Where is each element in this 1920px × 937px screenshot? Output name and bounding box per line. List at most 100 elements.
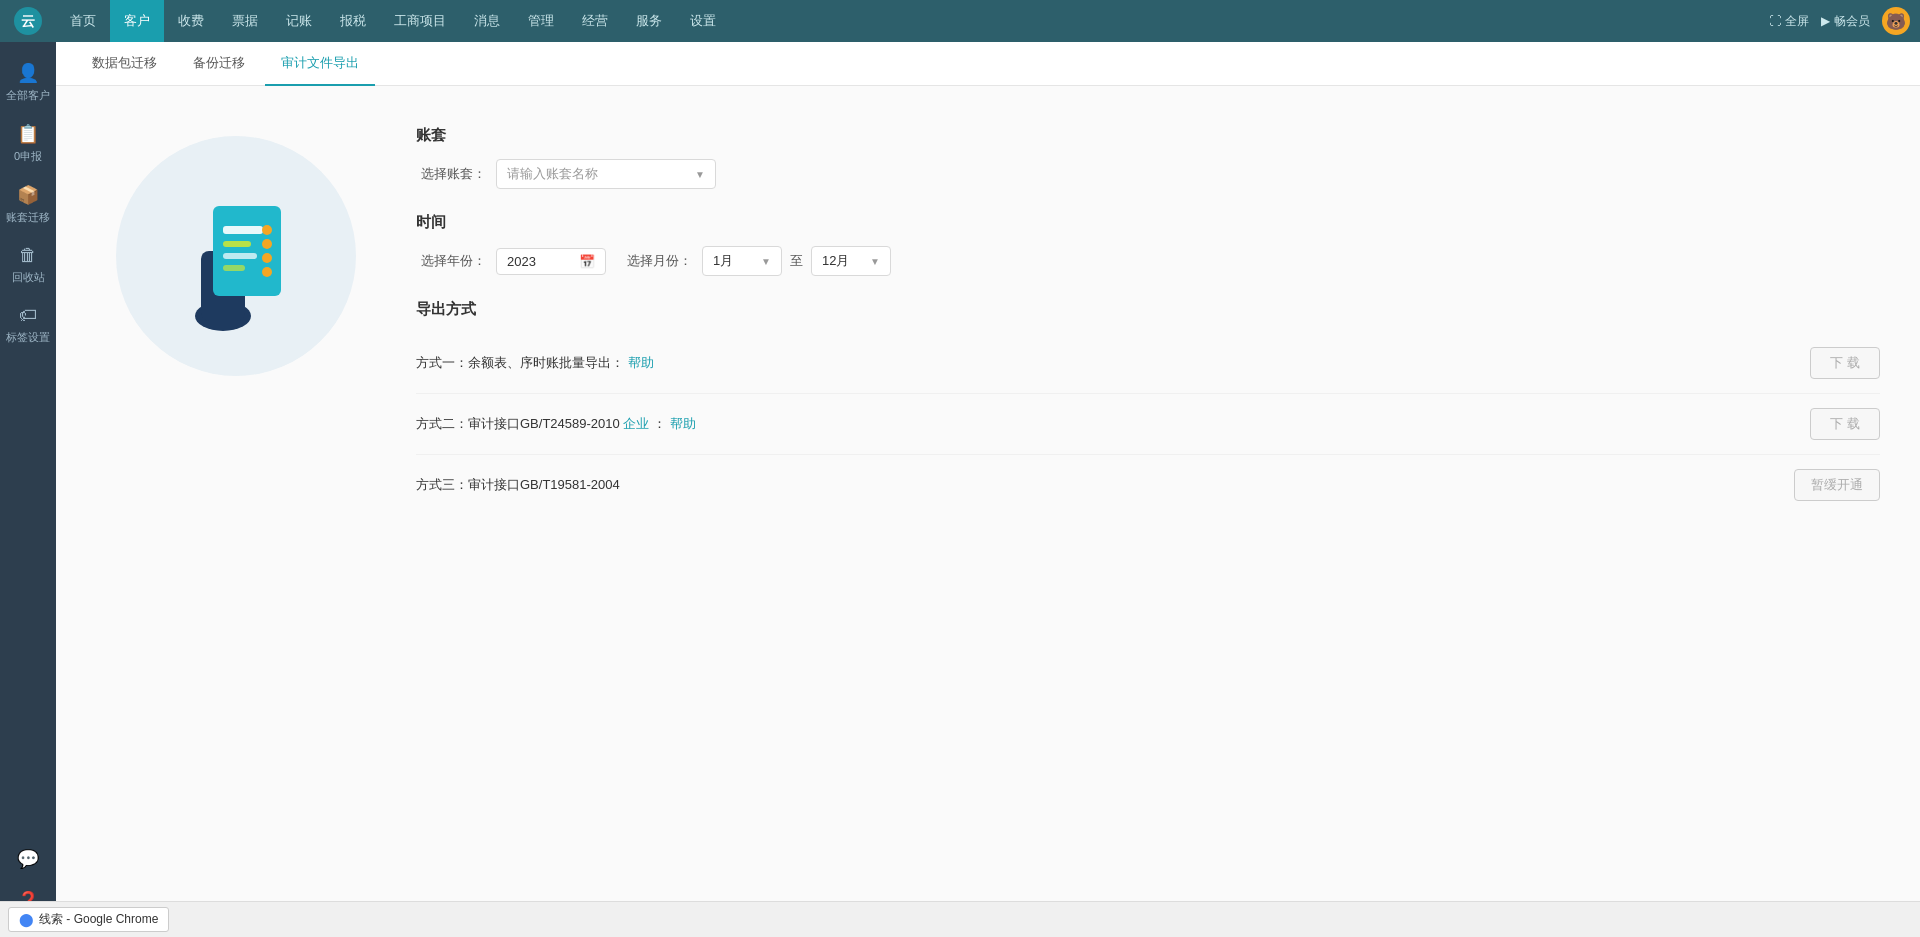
svg-point-12 — [262, 267, 272, 277]
nav-client[interactable]: 客户 — [110, 0, 164, 42]
method-1-help-link[interactable]: 帮助 — [628, 355, 654, 370]
video-icon: ▶ — [1821, 14, 1830, 28]
method-2-help-link[interactable]: 帮助 — [670, 416, 696, 431]
nav-message[interactable]: 消息 — [460, 0, 514, 42]
sidebar: 👤 全部客户 📋 0申报 📦 账套迁移 🗑 回收站 🏷 标签设置 💬 ❓ — [0, 42, 56, 937]
sidebar-item-chat[interactable]: 💬 — [17, 838, 39, 880]
account-label: 选择账套： — [416, 165, 486, 183]
nav-account[interactable]: 记账 — [272, 0, 326, 42]
sidebar-item-tag-settings-label: 标签设置 — [6, 330, 50, 345]
taskbar: ⬤ 线索 - Google Chrome — [0, 901, 1920, 937]
sidebar-item-all-clients[interactable]: 👤 全部客户 — [0, 52, 56, 113]
method-2-label: 方式二：审计接口GB/T24589-2010 企业 ： 帮助 — [416, 415, 1810, 433]
account-section-title: 账套 — [416, 126, 1880, 145]
nav-biz[interactable]: 工商项目 — [380, 0, 460, 42]
method-2-text: 方式二：审计接口GB/T24589-2010 — [416, 416, 620, 431]
illustration-circle — [116, 136, 356, 376]
nav-home[interactable]: 首页 — [56, 0, 110, 42]
content-area: 账套 选择账套： 请输入账套名称 ▼ 时间 选择年份： 2023 📅 — [56, 86, 1920, 937]
nav-tax[interactable]: 报税 — [326, 0, 380, 42]
sidebar-item-zero-declare[interactable]: 📋 0申报 — [0, 113, 56, 174]
svg-rect-8 — [223, 265, 245, 271]
app-logo: 云 — [10, 3, 46, 39]
to-separator: 至 — [790, 252, 803, 270]
month-to-value: 12月 — [822, 252, 849, 270]
month-to-select[interactable]: 12月 ▼ — [811, 246, 891, 276]
account-select-placeholder: 请输入账套名称 — [507, 165, 598, 183]
year-input[interactable]: 2023 📅 — [496, 248, 606, 275]
month-label: 选择月份： — [622, 252, 692, 270]
time-section-title: 时间 — [416, 213, 1880, 232]
fullscreen-button[interactable]: ⛶ 全屏 — [1769, 13, 1809, 30]
svg-point-9 — [262, 225, 272, 235]
tab-backup-migrate[interactable]: 备份迁移 — [177, 42, 261, 86]
svg-rect-6 — [223, 241, 251, 247]
sidebar-item-account-migrate[interactable]: 📦 账套迁移 — [0, 174, 56, 235]
svg-rect-7 — [223, 253, 257, 259]
sidebar-item-tag-settings[interactable]: 🏷 标签设置 — [0, 295, 56, 355]
nav-invoice[interactable]: 票据 — [218, 0, 272, 42]
export-section: 导出方式 方式一：余额表、序时账批量导出： 帮助 下 载 方式二：审计接口GB/… — [416, 300, 1880, 515]
all-clients-icon: 👤 — [17, 62, 39, 84]
illustration-svg — [151, 171, 321, 341]
member-label: 畅会员 — [1834, 13, 1870, 30]
zero-declare-icon: 📋 — [17, 123, 39, 145]
sidebar-item-recycle-label: 回收站 — [12, 270, 45, 285]
export-method-1: 方式一：余额表、序时账批量导出： 帮助 下 载 — [416, 333, 1880, 394]
year-label: 选择年份： — [416, 252, 486, 270]
method-1-text: 方式一：余额表、序时账批量导出： — [416, 355, 624, 370]
sidebar-item-zero-declare-label: 0申报 — [14, 149, 42, 164]
chrome-icon: ⬤ — [19, 912, 34, 927]
month-from-value: 1月 — [713, 252, 733, 270]
tab-data-migrate[interactable]: 数据包迁移 — [76, 42, 173, 86]
account-section: 账套 选择账套： 请输入账套名称 ▼ — [416, 126, 1880, 189]
nav-fee[interactable]: 收费 — [164, 0, 218, 42]
nav-menu: 首页 客户 收费 票据 记账 报税 工商项目 消息 管理 经营 服务 设置 — [56, 0, 1769, 42]
method-1-download-button[interactable]: 下 载 — [1810, 347, 1880, 379]
method-1-label: 方式一：余额表、序时账批量导出： 帮助 — [416, 354, 1810, 372]
top-navigation: 云 首页 客户 收费 票据 记账 报税 工商项目 消息 管理 经营 服务 设置 … — [0, 0, 1920, 42]
user-avatar[interactable]: 🐻 — [1882, 7, 1910, 35]
method-2-enterprise-link[interactable]: 企业 — [623, 416, 649, 431]
month-to-chevron-icon: ▼ — [870, 256, 880, 267]
chrome-label: 线索 - Google Chrome — [39, 911, 158, 928]
svg-rect-5 — [223, 226, 263, 234]
method-2-download-button[interactable]: 下 载 — [1810, 408, 1880, 440]
top-right-actions: ⛶ 全屏 ▶ 畅会员 🐻 — [1769, 7, 1910, 35]
sidebar-item-account-migrate-label: 账套迁移 — [6, 210, 50, 225]
form-panel: 账套 选择账套： 请输入账套名称 ▼ 时间 选择年份： 2023 📅 — [376, 116, 1880, 907]
fullscreen-icon: ⛶ — [1769, 14, 1781, 28]
tab-audit-export[interactable]: 审计文件导出 — [265, 42, 375, 86]
account-chevron-icon: ▼ — [695, 169, 705, 180]
calendar-icon: 📅 — [579, 254, 595, 269]
svg-text:云: 云 — [21, 13, 35, 29]
time-form-row: 选择年份： 2023 📅 选择月份： 1月 ▼ 至 12月 ▼ — [416, 246, 1880, 276]
export-method-3: 方式三：审计接口GB/T19581-2004 暂缓开通 — [416, 455, 1880, 515]
sidebar-item-all-clients-label: 全部客户 — [6, 88, 50, 103]
fullscreen-label: 全屏 — [1785, 13, 1809, 30]
year-value: 2023 — [507, 254, 536, 269]
nav-settings[interactable]: 设置 — [676, 0, 730, 42]
time-section: 时间 选择年份： 2023 📅 选择月份： 1月 ▼ 至 12月 — [416, 213, 1880, 276]
member-button[interactable]: ▶ 畅会员 — [1821, 13, 1870, 30]
method-3-open-button[interactable]: 暂缓开通 — [1794, 469, 1880, 501]
month-from-select[interactable]: 1月 ▼ — [702, 246, 782, 276]
export-method-2: 方式二：审计接口GB/T24589-2010 企业 ： 帮助 下 载 — [416, 394, 1880, 455]
method-3-text: 方式三：审计接口GB/T19581-2004 — [416, 477, 620, 492]
account-migrate-icon: 📦 — [17, 184, 39, 206]
main-content: 数据包迁移 备份迁移 审计文件导出 — [56, 42, 1920, 937]
recycle-icon: 🗑 — [19, 245, 37, 266]
chrome-taskbar-item[interactable]: ⬤ 线索 - Google Chrome — [8, 907, 169, 932]
account-select[interactable]: 请输入账套名称 ▼ — [496, 159, 716, 189]
sidebar-item-recycle[interactable]: 🗑 回收站 — [0, 235, 56, 295]
nav-operation[interactable]: 经营 — [568, 0, 622, 42]
svg-point-10 — [262, 239, 272, 249]
method-3-label: 方式三：审计接口GB/T19581-2004 — [416, 476, 1794, 494]
svg-rect-4 — [213, 206, 281, 296]
account-form-row: 选择账套： 请输入账套名称 ▼ — [416, 159, 1880, 189]
month-from-chevron-icon: ▼ — [761, 256, 771, 267]
illustration-area — [96, 116, 376, 396]
nav-manage[interactable]: 管理 — [514, 0, 568, 42]
export-section-title: 导出方式 — [416, 300, 1880, 319]
nav-service[interactable]: 服务 — [622, 0, 676, 42]
